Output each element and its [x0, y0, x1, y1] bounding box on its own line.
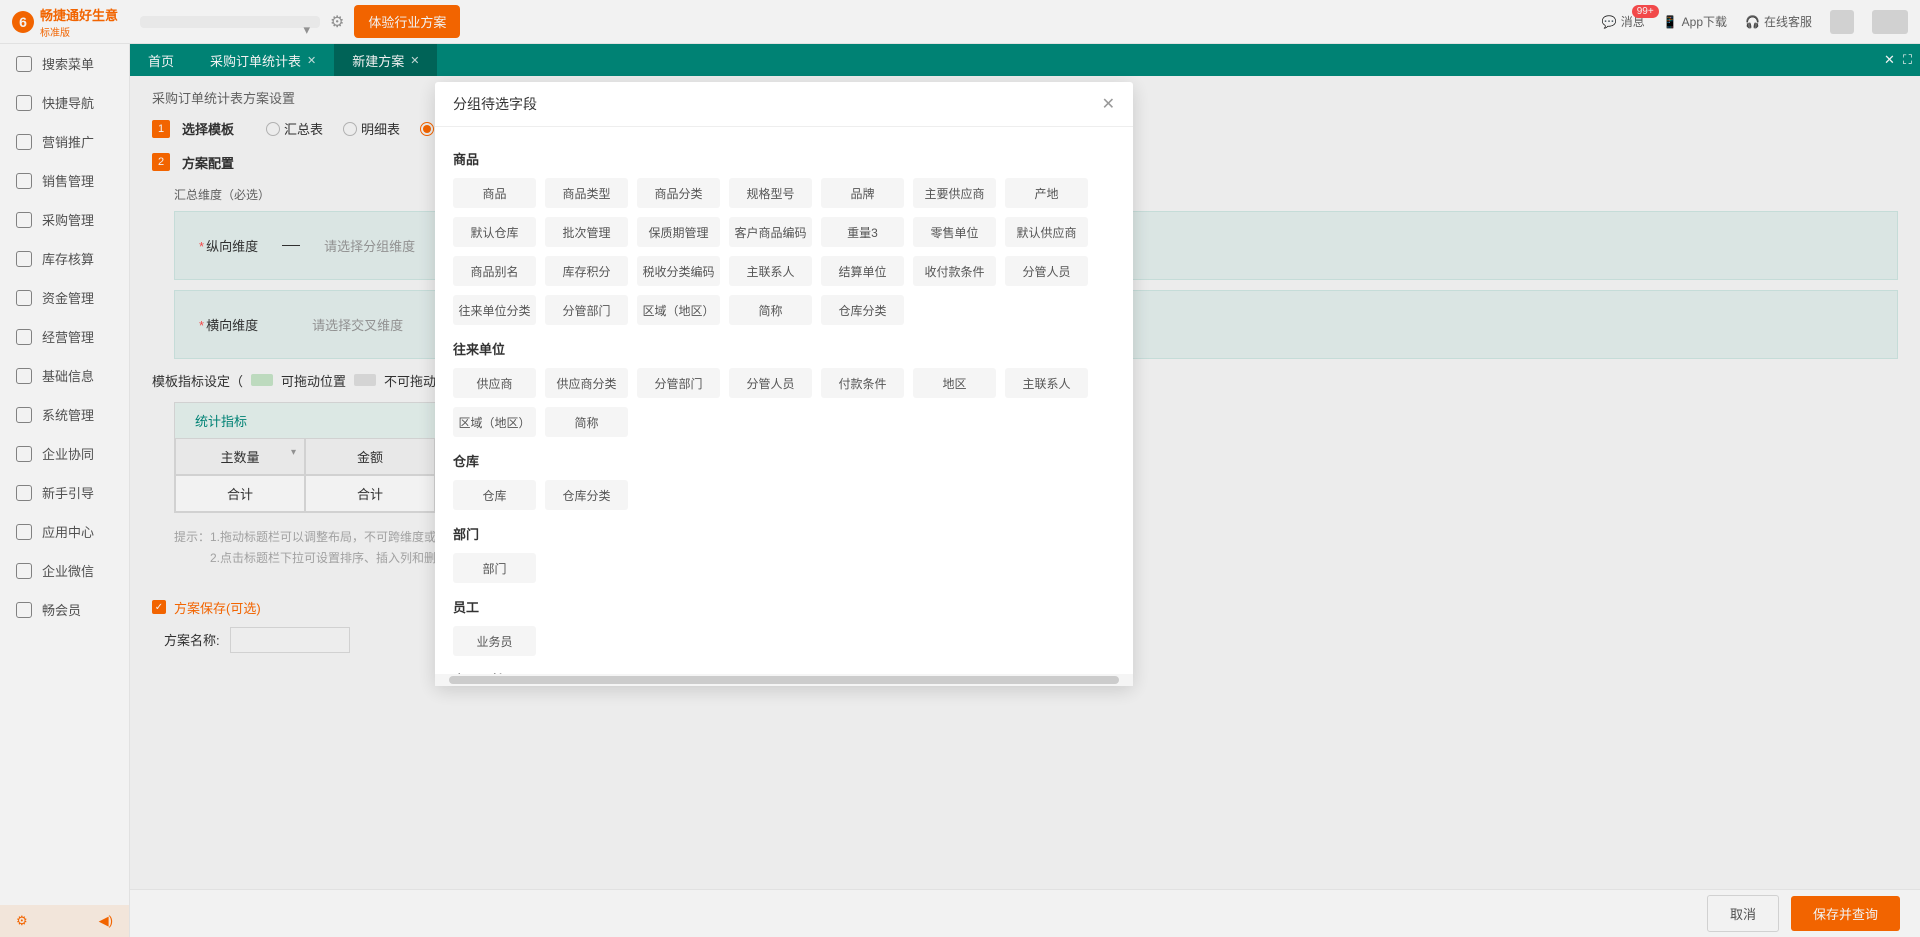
- group-title-1: 往来单位: [453, 339, 1115, 358]
- field-chip[interactable]: 商品: [453, 178, 536, 208]
- field-chip[interactable]: 供应商: [453, 368, 536, 398]
- field-chip[interactable]: 供应商分类: [545, 368, 628, 398]
- field-chip[interactable]: 商品分类: [637, 178, 720, 208]
- field-chip[interactable]: 商品类型: [545, 178, 628, 208]
- modal-title: 分组待选字段: [453, 94, 537, 114]
- field-chip[interactable]: 品牌: [821, 178, 904, 208]
- field-chip[interactable]: 收付款条件: [913, 256, 996, 286]
- field-chip[interactable]: 产地: [1005, 178, 1088, 208]
- field-chip[interactable]: 默认仓库: [453, 217, 536, 247]
- field-chip[interactable]: 批次管理: [545, 217, 628, 247]
- field-chip[interactable]: 仓库分类: [821, 295, 904, 325]
- field-chip[interactable]: 分管部门: [545, 295, 628, 325]
- field-chip[interactable]: 结算单位: [821, 256, 904, 286]
- chip-group-0: 商品商品类型商品分类规格型号品牌主要供应商产地默认仓库批次管理保质期管理客户商品…: [453, 178, 1115, 325]
- field-chip[interactable]: 规格型号: [729, 178, 812, 208]
- field-chip[interactable]: 分管部门: [637, 368, 720, 398]
- field-chip[interactable]: 部门: [453, 553, 536, 583]
- field-chip[interactable]: 往来单位分类: [453, 295, 536, 325]
- field-chip[interactable]: 主要供应商: [913, 178, 996, 208]
- field-chip[interactable]: 客户商品编码: [729, 217, 812, 247]
- field-chip[interactable]: 业务员: [453, 626, 536, 656]
- field-chip[interactable]: 库存积分: [545, 256, 628, 286]
- field-chip[interactable]: 商品别名: [453, 256, 536, 286]
- field-chip[interactable]: 区域（地区）: [453, 407, 536, 437]
- chip-group-1: 供应商供应商分类分管部门分管人员付款条件地区主联系人区域（地区） 简称: [453, 368, 1115, 437]
- field-select-modal: 分组待选字段 ✕ 商品商品商品类型商品分类规格型号品牌主要供应商产地默认仓库批次…: [435, 82, 1133, 686]
- chip-group-2: 仓库仓库分类: [453, 480, 1115, 510]
- field-chip[interactable]: 重量3: [821, 217, 904, 247]
- group-title-4: 员工: [453, 597, 1115, 616]
- field-chip[interactable]: 地区: [913, 368, 996, 398]
- field-chip[interactable]: 付款条件: [821, 368, 904, 398]
- field-chip[interactable]: 保质期管理: [637, 217, 720, 247]
- field-chip[interactable]: 区域（地区）: [637, 295, 720, 325]
- field-chip[interactable]: 分管人员: [1005, 256, 1088, 286]
- field-chip[interactable]: 税收分类编码: [637, 256, 720, 286]
- field-chip[interactable]: 分管人员: [729, 368, 812, 398]
- modal-body[interactable]: 商品商品商品类型商品分类规格型号品牌主要供应商产地默认仓库批次管理保质期管理客户…: [435, 127, 1133, 674]
- field-chip[interactable]: 主联系人: [1005, 368, 1088, 398]
- field-chip[interactable]: 简称: [729, 295, 812, 325]
- modal-header: 分组待选字段 ✕: [435, 82, 1133, 127]
- field-chip[interactable]: 零售单位: [913, 217, 996, 247]
- group-title-0: 商品: [453, 149, 1115, 168]
- group-title-2: 仓库: [453, 451, 1115, 470]
- field-chip[interactable]: 默认供应商: [1005, 217, 1088, 247]
- modal-horizontal-scrollbar[interactable]: [435, 674, 1133, 686]
- close-icon[interactable]: ✕: [1102, 94, 1115, 114]
- chip-group-3: 部门: [453, 553, 1115, 583]
- field-chip[interactable]: 简称: [545, 407, 628, 437]
- group-title-3: 部门: [453, 524, 1115, 543]
- field-chip[interactable]: 仓库分类: [545, 480, 628, 510]
- field-chip[interactable]: 仓库: [453, 480, 536, 510]
- field-chip[interactable]: 主联系人: [729, 256, 812, 286]
- chip-group-4: 业务员: [453, 626, 1115, 656]
